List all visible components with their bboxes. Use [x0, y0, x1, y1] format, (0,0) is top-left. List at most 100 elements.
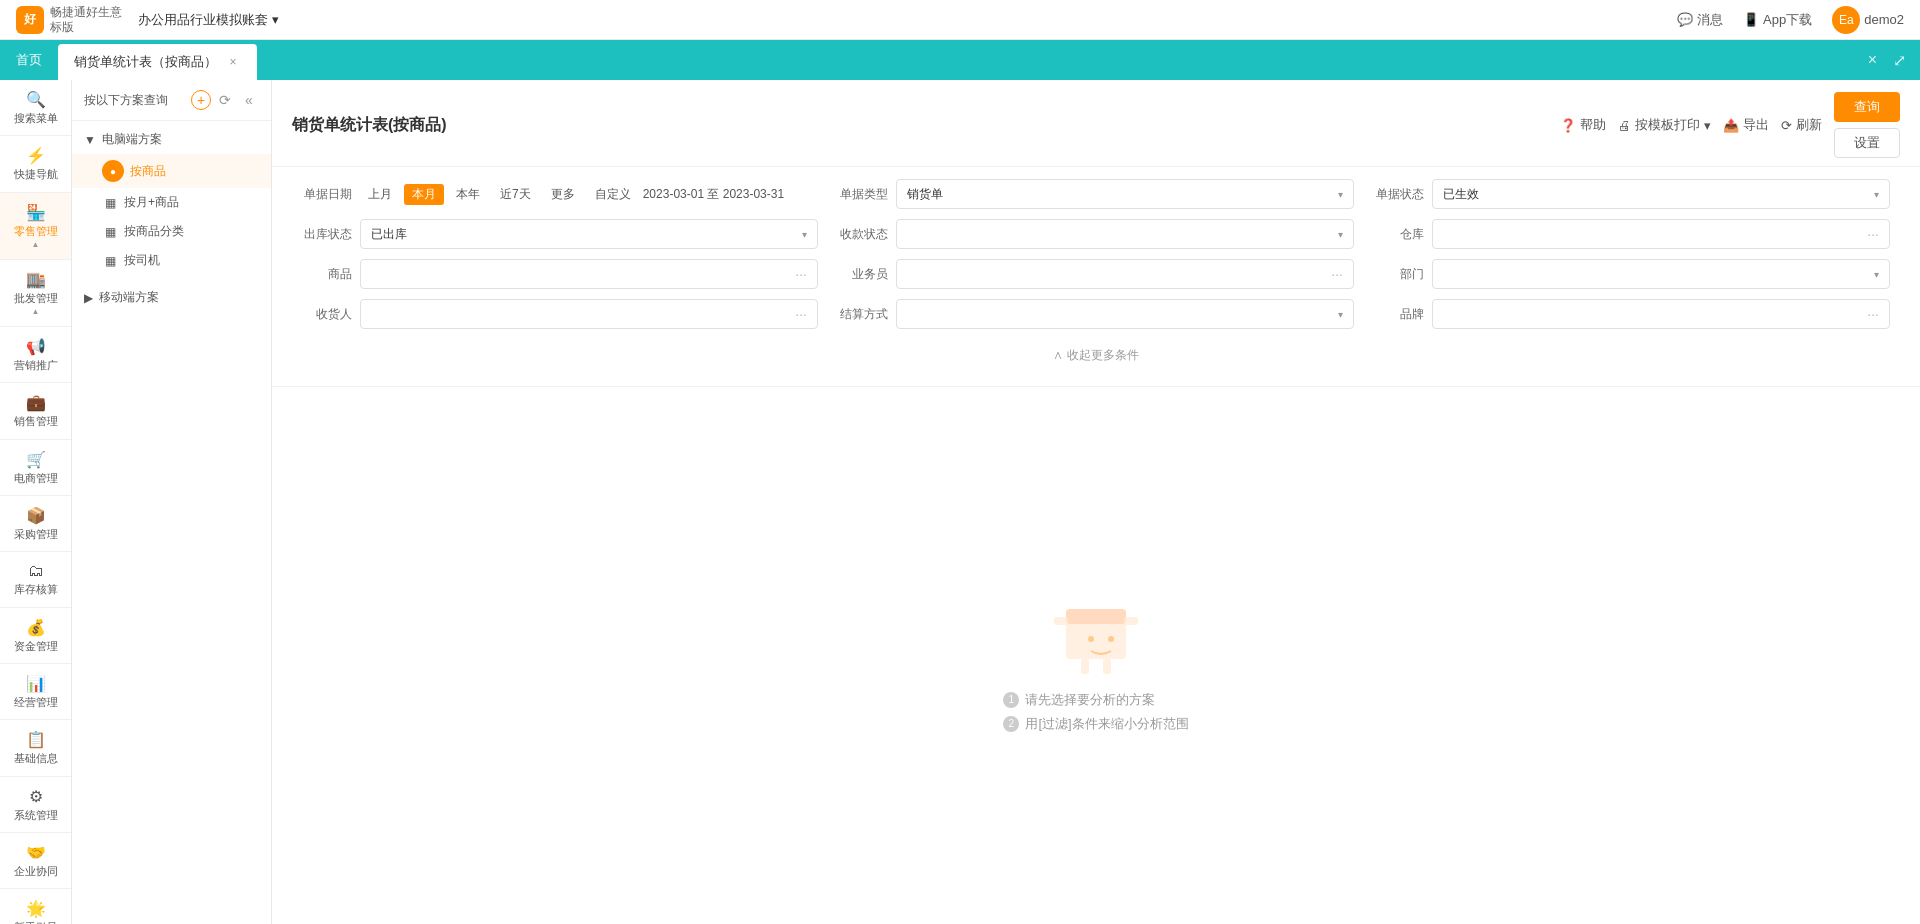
sidebar-item-search[interactable]: 🔍 搜索菜单	[0, 80, 71, 136]
more-icon: ···	[1331, 266, 1343, 282]
refresh-btn[interactable]: ⟳ 刷新	[1781, 116, 1822, 134]
sidebar-item-retail[interactable]: 🏪 零售管理 ▲	[0, 193, 71, 260]
content-area: 按以下方案查询 + ⟳ « ▼ 电脑端方案 ● 按商品 ▦ 按月+	[72, 80, 1920, 924]
quicknav-icon: ⚡	[26, 146, 46, 165]
sidebar: 🔍 搜索菜单 ⚡ 快捷导航 🏪 零售管理 ▲ 🏬 批发管理 ▲ 📢 营销推广 💼…	[0, 80, 72, 924]
tab-bar-right: × ⤢	[1862, 40, 1920, 80]
header-right: 💬 消息 📱 App下载 Ea demo2	[1677, 6, 1904, 34]
top-header: 好 畅捷通好生意 标版 办公用品行业模拟账套 ▾ 💬 消息 📱 App下载 Ea…	[0, 0, 1920, 40]
sidebar-item-inventory[interactable]: 🗂 库存核算	[0, 552, 71, 607]
tab-close-icon[interactable]: ×	[225, 54, 241, 70]
user-profile[interactable]: Ea demo2	[1832, 6, 1904, 34]
department-select[interactable]: ▾	[1432, 259, 1890, 289]
retail-icon: 🏪	[26, 203, 46, 222]
collapse-filter-btn[interactable]: ∧ 收起更多条件	[1047, 341, 1144, 370]
sidebar-item-basic[interactable]: 📋 基础信息	[0, 720, 71, 776]
sidebar-item-marketing[interactable]: 📢 营销推广	[0, 327, 71, 383]
date-tab-this-month[interactable]: 本月	[404, 184, 444, 205]
product-select[interactable]: ···	[360, 259, 818, 289]
chevron-down-icon: ▾	[1874, 269, 1879, 280]
receiver-select[interactable]: ···	[360, 299, 818, 329]
svg-rect-6	[1054, 617, 1068, 625]
sidebar-item-sales[interactable]: 💼 销售管理	[0, 383, 71, 439]
message-icon: 💬	[1677, 12, 1693, 27]
window-close-btn[interactable]: ×	[1862, 47, 1883, 73]
operation-icon: 📊	[26, 674, 46, 693]
sidebar-item-newbie[interactable]: 🌟 新手引导	[0, 889, 71, 924]
main-layout: 🔍 搜索菜单 ⚡ 快捷导航 🏪 零售管理 ▲ 🏬 批发管理 ▲ 📢 营销推广 💼…	[0, 80, 1920, 924]
out-status-select[interactable]: 已出库 ▾	[360, 219, 818, 249]
desktop-scheme-header[interactable]: ▼ 电脑端方案	[72, 125, 271, 154]
message-action[interactable]: 💬 消息	[1677, 11, 1723, 29]
sidebar-item-purchase[interactable]: 📦 采购管理	[0, 496, 71, 552]
warehouse-select[interactable]: ···	[1432, 219, 1890, 249]
date-tab-7days[interactable]: 近7天	[492, 184, 539, 205]
sidebar-item-system[interactable]: ⚙ 系统管理	[0, 777, 71, 833]
tab-home[interactable]: 首页	[0, 40, 58, 80]
sidebar-item-operation[interactable]: 📊 经营管理	[0, 664, 71, 720]
sidebar-item-ecommerce[interactable]: 🛒 电商管理	[0, 440, 71, 496]
refresh-scheme-icon[interactable]: ⟳	[215, 90, 235, 110]
scheme-icon: ▦	[102, 253, 118, 269]
help-link[interactable]: ❓ 帮助	[1560, 116, 1606, 134]
enterprise-icon: 🤝	[26, 843, 46, 862]
industry-selector[interactable]: 办公用品行业模拟账套 ▾	[130, 7, 287, 33]
chevron-down-icon: ▾	[1338, 189, 1343, 200]
ecommerce-icon: 🛒	[26, 450, 46, 469]
doc-type-select[interactable]: 销货单 ▾	[896, 179, 1354, 209]
payment-select[interactable]: ▾	[896, 299, 1354, 329]
sidebar-item-wholesale[interactable]: 🏬 批发管理 ▲	[0, 260, 71, 327]
scheme-by-month-product[interactable]: ▦ 按月+商品	[72, 188, 271, 217]
scheme-by-category[interactable]: ▦ 按商品分类	[72, 217, 271, 246]
svg-point-3	[1108, 636, 1114, 642]
help-icon: ❓	[1560, 118, 1576, 133]
active-scheme-dot: ●	[102, 160, 124, 182]
settings-button[interactable]: 设置	[1834, 128, 1900, 158]
date-tab-custom[interactable]: 自定义	[587, 184, 639, 205]
doc-type-filter-cell: 单据类型 销货单 ▾	[828, 179, 1364, 209]
add-scheme-btn[interactable]: +	[191, 90, 211, 110]
empty-tip-2: 2 用[过滤]条件来缩小分析范围	[1003, 715, 1188, 733]
product-filter-cell: 商品 ···	[292, 259, 828, 289]
app-download-action[interactable]: 📱 App下载	[1743, 11, 1812, 29]
tab-sales-stats[interactable]: 销货单统计表（按商品） ×	[58, 44, 257, 80]
content-actions: ❓ 帮助 🖨 按模板打印 ▾ 📤 导出 ⟳ 刷新	[1560, 92, 1900, 158]
receipt-status-select[interactable]: ▾	[896, 219, 1354, 249]
query-button[interactable]: 查询	[1834, 92, 1900, 122]
salesperson-select[interactable]: ···	[896, 259, 1354, 289]
date-tab-last-month[interactable]: 上月	[360, 184, 400, 205]
scheme-by-product[interactable]: ● 按商品	[72, 154, 271, 188]
marketing-icon: 📢	[26, 337, 46, 356]
collapse-panel-icon[interactable]: «	[239, 90, 259, 110]
print-chevron-icon: ▾	[1704, 118, 1711, 133]
date-tab-this-year[interactable]: 本年	[448, 184, 488, 205]
window-maximize-btn[interactable]: ⤢	[1887, 47, 1912, 74]
export-btn[interactable]: 📤 导出	[1723, 116, 1769, 134]
export-icon: 📤	[1723, 118, 1739, 133]
print-btn[interactable]: 🖨 按模板打印 ▾	[1618, 116, 1711, 134]
sidebar-item-quicknav[interactable]: ⚡ 快捷导航	[0, 136, 71, 192]
doc-status-select[interactable]: 已生效 ▾	[1432, 179, 1890, 209]
scheme-by-warehouse[interactable]: ▦ 按司机	[72, 246, 271, 275]
date-tab-more[interactable]: 更多	[543, 184, 583, 205]
more-icon: ···	[1867, 306, 1879, 322]
doc-status-filter-cell: 单据状态 已生效 ▾	[1364, 179, 1900, 209]
brand-select[interactable]: ···	[1432, 299, 1890, 329]
logo-text: 畅捷通好生意 标版	[50, 5, 122, 34]
mobile-scheme-group: ▶ 移动端方案	[72, 279, 271, 316]
receipt-status-filter-cell: 收款状态 ▾	[828, 219, 1364, 249]
print-icon: 🖨	[1618, 118, 1631, 133]
system-icon: ⚙	[29, 787, 43, 806]
chevron-down-icon: ▼	[84, 133, 96, 147]
mobile-scheme-header[interactable]: ▶ 移动端方案	[72, 283, 271, 312]
brand-filter-cell: 品牌 ···	[1364, 299, 1900, 329]
panel-header: 按以下方案查询 + ⟳ «	[72, 80, 271, 121]
sidebar-item-finance[interactable]: 💰 资金管理	[0, 608, 71, 664]
chevron-down-icon: ▾	[1338, 229, 1343, 240]
filter-section: 单据日期 上月 本月 本年 近7天 更多 自定义 2023-03-01 至 20…	[272, 167, 1920, 387]
sidebar-item-enterprise[interactable]: 🤝 企业协同	[0, 833, 71, 889]
logo-icon: 好	[16, 6, 44, 34]
desktop-scheme-group: ▼ 电脑端方案 ● 按商品 ▦ 按月+商品 ▦ 按商品分类 ▦ 按司机	[72, 121, 271, 279]
wholesale-arrow: ▲	[32, 307, 40, 316]
finance-icon: 💰	[26, 618, 46, 637]
